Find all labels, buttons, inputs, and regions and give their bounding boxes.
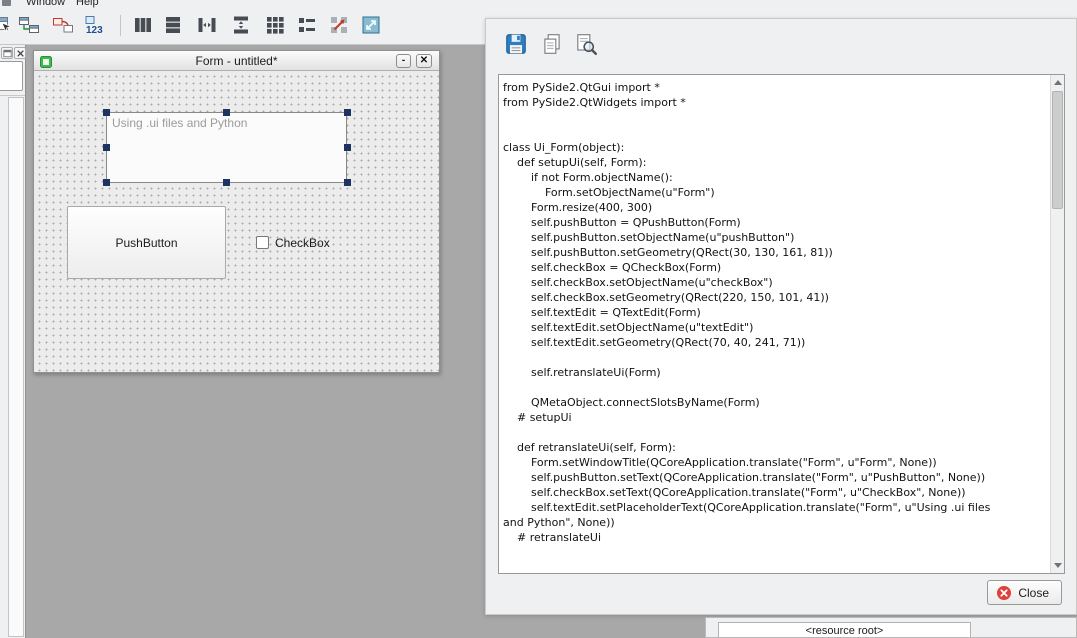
scroll-down-icon[interactable] [1054, 563, 1062, 568]
checkbox-label: CheckBox [275, 236, 330, 250]
selection-handle-bottom-left[interactable] [103, 179, 110, 186]
break-layout-icon[interactable] [326, 12, 352, 38]
selection-handle-top-center[interactable] [223, 109, 230, 116]
form-window-title: Form - untitled* [34, 54, 439, 68]
resource-browser-fragment: <resource root> [705, 617, 1077, 638]
form-minimize-button[interactable]: - [396, 54, 411, 68]
tab-order-digits: 123 [86, 25, 103, 36]
code-editor[interactable]: from PySide2.QtGui import * from PySide2… [498, 74, 1065, 574]
menu-help[interactable]: Help [76, 0, 99, 8]
scrollbar-thumb[interactable] [1052, 91, 1063, 209]
selection-handle-bottom-center[interactable] [223, 179, 230, 186]
qt-designer-app: Window Help [0, 0, 1077, 638]
lay-out-in-form-layout-icon[interactable] [294, 12, 320, 38]
lay-out-horizontally-in-splitter-icon[interactable] [194, 12, 220, 38]
toolbar-separator [120, 15, 121, 36]
code-preview-dialog: from PySide2.QtGui import * from PySide2… [485, 18, 1077, 615]
code-scrollbar[interactable] [1050, 75, 1064, 573]
edit-signals-slots-icon[interactable] [16, 12, 42, 38]
scroll-up-icon[interactable] [1054, 80, 1062, 85]
adjust-size-icon[interactable] [358, 12, 384, 38]
selection-handle-top-right[interactable] [344, 109, 351, 116]
dock-close-icon[interactable] [14, 47, 26, 59]
selection-handle-mid-right[interactable] [344, 144, 351, 151]
selection-handle-top-left[interactable] [103, 109, 110, 116]
dock-float-icon[interactable] [1, 47, 13, 59]
form-canvas[interactable]: Using .ui files and Python PushButton Ch… [34, 71, 439, 372]
code-editor-text[interactable]: from PySide2.QtGui import * from PySide2… [499, 75, 1050, 573]
form-close-button[interactable]: ✕ [416, 54, 432, 68]
lay-out-in-grid-icon[interactable] [262, 12, 288, 38]
widget-filter-input[interactable] [0, 61, 23, 91]
widget-box-dock-fragment [0, 45, 26, 638]
menu-icon [2, 0, 11, 6]
selection-handle-mid-left[interactable] [103, 144, 110, 151]
main-toolbar: 123 [0, 11, 485, 43]
resource-root-item[interactable]: <resource root> [718, 622, 971, 638]
checkbox-widget[interactable]: CheckBox [256, 235, 330, 250]
edit-widgets-icon[interactable] [0, 12, 16, 38]
menu-window[interactable]: Window [26, 0, 65, 8]
copy-icon[interactable] [538, 30, 566, 58]
checkbox-indicator[interactable] [256, 236, 269, 249]
edit-tab-order-icon[interactable]: 123 [82, 12, 108, 38]
dialog-close-icon [996, 585, 1012, 601]
dock-divider [0, 95, 25, 96]
form-editor-window: Form - untitled* - ✕ Using .ui files and… [33, 50, 440, 373]
widget-list-fragment[interactable] [8, 97, 24, 637]
save-icon[interactable] [502, 30, 530, 58]
lay-out-vertically-icon[interactable] [160, 12, 186, 38]
close-button-label: Close [1018, 586, 1049, 600]
selection-handle-bottom-right[interactable] [344, 179, 351, 186]
lay-out-vertically-in-splitter-icon[interactable] [228, 12, 254, 38]
close-button[interactable]: Close [987, 580, 1062, 605]
lay-out-horizontally-icon[interactable] [130, 12, 156, 38]
find-icon[interactable] [572, 30, 600, 58]
pushbutton-widget[interactable]: PushButton [67, 206, 226, 279]
form-titlebar[interactable]: Form - untitled* - ✕ [34, 51, 439, 71]
textedit-placeholder: Using .ui files and Python [107, 113, 346, 133]
menubar: Window Help [0, 0, 1077, 9]
edit-buddies-icon[interactable] [50, 12, 76, 38]
textedit-widget[interactable]: Using .ui files and Python [106, 112, 347, 183]
